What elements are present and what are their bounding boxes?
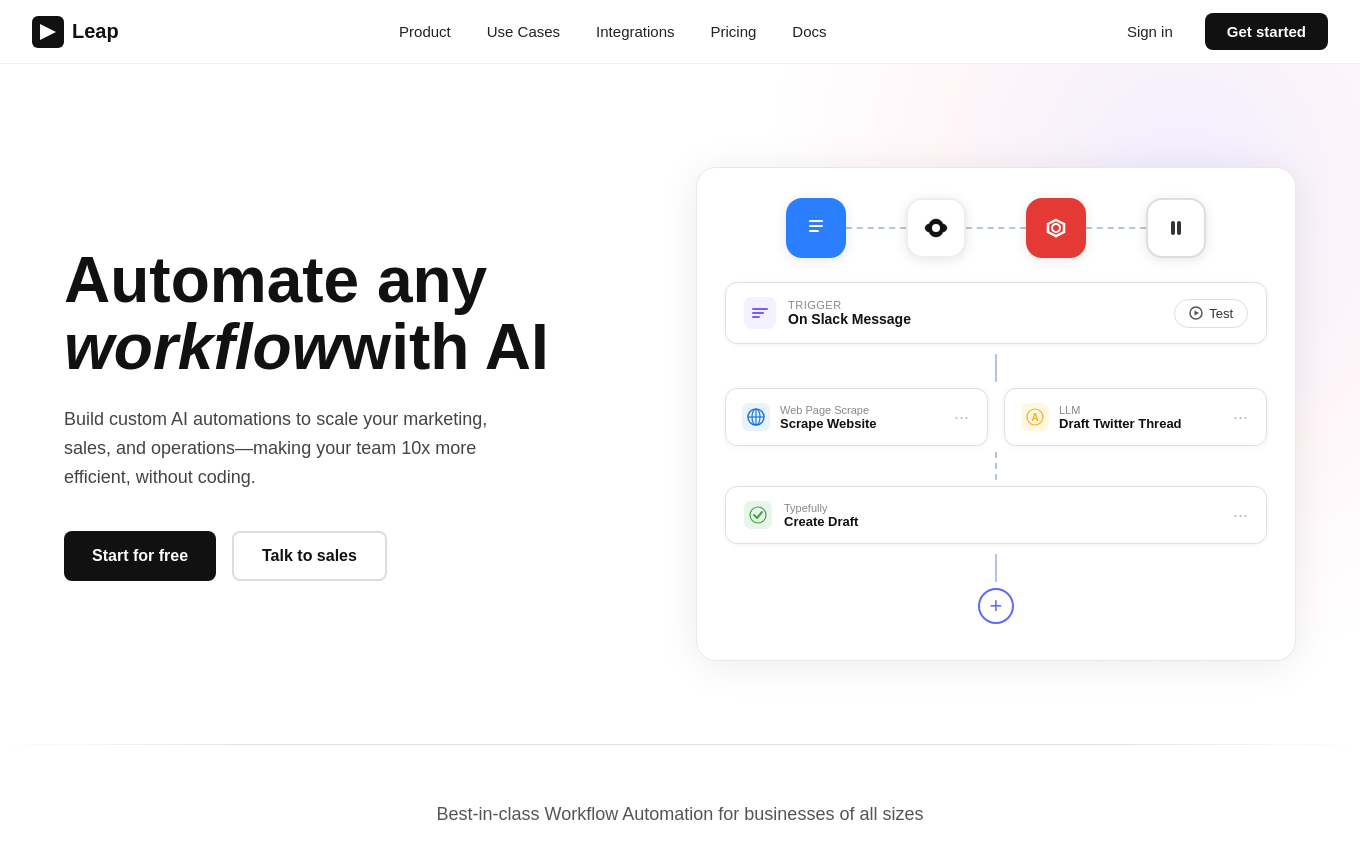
nav-item-docs[interactable]: Docs <box>776 15 842 48</box>
divider <box>0 744 1360 745</box>
vline-1 <box>995 354 997 382</box>
hero-buttons: Start for free Talk to sales <box>64 531 549 581</box>
test-label: Test <box>1209 306 1233 321</box>
svg-text:A: A <box>1031 412 1038 423</box>
svg-point-8 <box>1042 214 1070 242</box>
connector-3 <box>1086 227 1146 229</box>
hero-heading: Automate any workflowwith AI <box>64 247 549 381</box>
start-free-button[interactable]: Start for free <box>64 531 216 581</box>
svg-rect-11 <box>1171 221 1175 235</box>
trigger-node: Trigger On Slack Message Test <box>725 282 1267 344</box>
step-llm-name: Draft Twitter Thread <box>1059 416 1221 431</box>
nav-item-pricing[interactable]: Pricing <box>695 15 773 48</box>
step-llm-icon: A <box>1021 403 1049 431</box>
vline-2 <box>995 452 997 480</box>
hero-left: Automate any workflowwith AI Build custo… <box>64 247 549 582</box>
bottom-section: Best-in-class Workflow Automation for bu… <box>0 744 1360 859</box>
step-llm-more[interactable]: ··· <box>1231 407 1250 428</box>
svg-point-7 <box>932 224 940 232</box>
vline-3 <box>995 554 997 582</box>
workflow-card: Trigger On Slack Message Test <box>696 167 1296 661</box>
connector-2 <box>966 227 1026 229</box>
svg-rect-12 <box>1177 221 1181 235</box>
create-draft-name: Create Draft <box>784 514 1221 529</box>
nav-item-integrations[interactable]: Integrations <box>580 15 690 48</box>
trigger-text: Trigger On Slack Message <box>788 299 1162 327</box>
svg-marker-18 <box>1195 311 1200 316</box>
step-web-scrape-icon <box>742 403 770 431</box>
icon-bubble-openai <box>906 198 966 258</box>
svg-rect-5 <box>809 230 819 232</box>
workflow-steps: Web Page Scrape Scrape Website ··· A LLM <box>725 388 1267 446</box>
step-llm-text: LLM Draft Twitter Thread <box>1059 404 1221 431</box>
signin-button[interactable]: Sign in <box>1107 15 1193 48</box>
step-llm: A LLM Draft Twitter Thread ··· <box>1004 388 1267 446</box>
create-draft-text: Typefully Create Draft <box>784 502 1221 529</box>
nav-item-use-cases[interactable]: Use Cases <box>471 15 576 48</box>
connector-1 <box>846 227 906 229</box>
step-llm-label: LLM <box>1059 404 1221 416</box>
nav-actions: Sign in Get started <box>1107 13 1328 50</box>
step-web-scrape-label: Web Page Scrape <box>780 404 942 416</box>
hero-subtext: Build custom AI automations to scale you… <box>64 405 524 491</box>
svg-rect-15 <box>752 312 764 314</box>
step-web-scrape: Web Page Scrape Scrape Website ··· <box>725 388 988 446</box>
trigger-label: Trigger <box>788 299 1162 311</box>
svg-rect-4 <box>809 225 823 227</box>
step-web-scrape-more[interactable]: ··· <box>952 407 971 428</box>
svg-rect-2 <box>801 213 831 243</box>
add-step-button[interactable]: + <box>978 588 1014 624</box>
svg-point-25 <box>750 507 766 523</box>
step-web-scrape-name: Scrape Website <box>780 416 942 431</box>
nav-item-product[interactable]: Product <box>383 15 467 48</box>
create-draft-node: Typefully Create Draft ··· <box>725 486 1267 544</box>
svg-rect-14 <box>752 308 768 310</box>
logo[interactable]: Leap <box>32 16 119 48</box>
icon-bubble-docs <box>786 198 846 258</box>
navbar: Leap Product Use Cases Integrations Pric… <box>0 0 1360 64</box>
bottom-text: Best-in-class Workflow Automation for bu… <box>0 804 1360 859</box>
brand-name: Leap <box>72 20 119 43</box>
create-draft-label: Typefully <box>784 502 1221 514</box>
test-button[interactable]: Test <box>1174 299 1248 328</box>
workflow-icons-row <box>725 198 1267 258</box>
hero-section: Automate any workflowwith AI Build custo… <box>0 64 1360 744</box>
get-started-button[interactable]: Get started <box>1205 13 1328 50</box>
heading-line1: Automate any <box>64 244 487 316</box>
trigger-name: On Slack Message <box>788 311 1162 327</box>
create-draft-icon <box>744 501 772 529</box>
heading-line2: with AI <box>341 311 548 383</box>
svg-rect-3 <box>809 220 823 222</box>
icon-bubble-pause <box>1146 198 1206 258</box>
trigger-icon <box>744 297 776 329</box>
svg-rect-16 <box>752 316 760 318</box>
hero-right: Trigger On Slack Message Test <box>696 167 1296 661</box>
nav-links: Product Use Cases Integrations Pricing D… <box>119 15 1107 48</box>
icon-bubble-red <box>1026 198 1086 258</box>
heading-em: workflow <box>64 311 341 383</box>
step-web-scrape-text: Web Page Scrape Scrape Website <box>780 404 942 431</box>
talk-to-sales-button[interactable]: Talk to sales <box>232 531 387 581</box>
create-draft-more[interactable]: ··· <box>1233 505 1248 526</box>
